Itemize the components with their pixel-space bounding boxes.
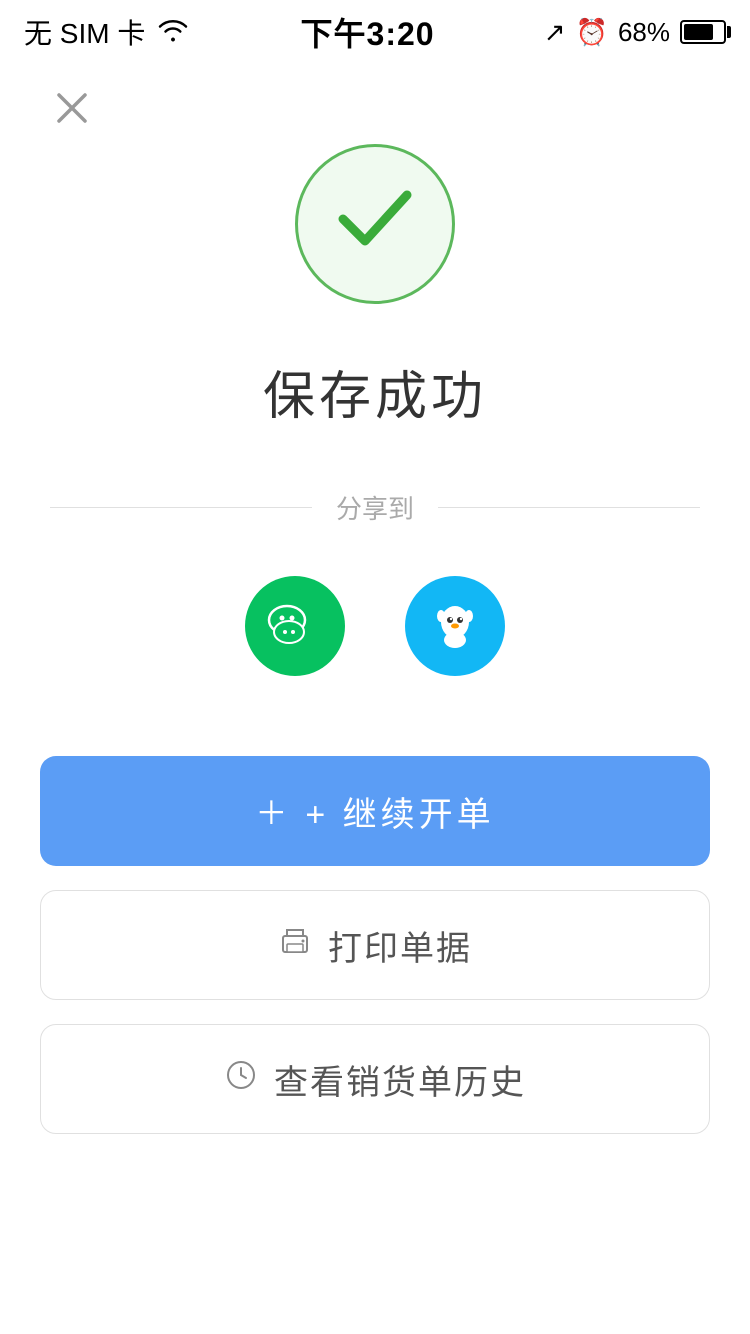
carrier-label: 无 SIM 卡	[24, 12, 145, 52]
print-icon	[278, 924, 312, 967]
print-button[interactable]: 打印单据	[40, 890, 710, 1000]
alarm-icon: ⏰	[576, 17, 608, 48]
plus-icon: ＋	[255, 788, 289, 834]
continue-order-label: + 继续开单	[305, 787, 494, 836]
share-divider: 分享到	[0, 489, 750, 526]
view-history-button[interactable]: 查看销货单历史	[40, 1024, 710, 1134]
success-title: 保存成功	[263, 354, 487, 429]
divider-right	[438, 507, 700, 508]
history-label: 查看销货单历史	[274, 1055, 526, 1104]
share-icons-row	[245, 576, 505, 676]
close-button[interactable]	[44, 80, 100, 136]
status-time: 下午3:20	[301, 9, 435, 55]
history-icon	[224, 1058, 258, 1101]
checkmark-icon	[335, 183, 415, 266]
location-icon: ↗	[544, 17, 566, 48]
success-icon-circle	[295, 144, 455, 304]
status-right: ↗ ⏰ 68%	[544, 17, 726, 48]
divider-left	[50, 507, 312, 508]
status-bar: 无 SIM 卡 下午3:20 ↗ ⏰ 68%	[0, 0, 750, 64]
status-left: 无 SIM 卡	[24, 12, 191, 52]
qq-share-button[interactable]	[405, 576, 505, 676]
wifi-icon	[155, 16, 191, 49]
main-content: 保存成功 分享到	[0, 64, 750, 1134]
wechat-share-button[interactable]	[245, 576, 345, 676]
print-label: 打印单据	[328, 921, 472, 970]
battery-percent: 68%	[618, 17, 670, 48]
action-buttons: ＋ + 继续开单 打印单据 查看销货单历史	[0, 756, 750, 1134]
battery-icon	[680, 20, 726, 44]
continue-order-button[interactable]: ＋ + 继续开单	[40, 756, 710, 866]
share-label: 分享到	[312, 489, 438, 526]
